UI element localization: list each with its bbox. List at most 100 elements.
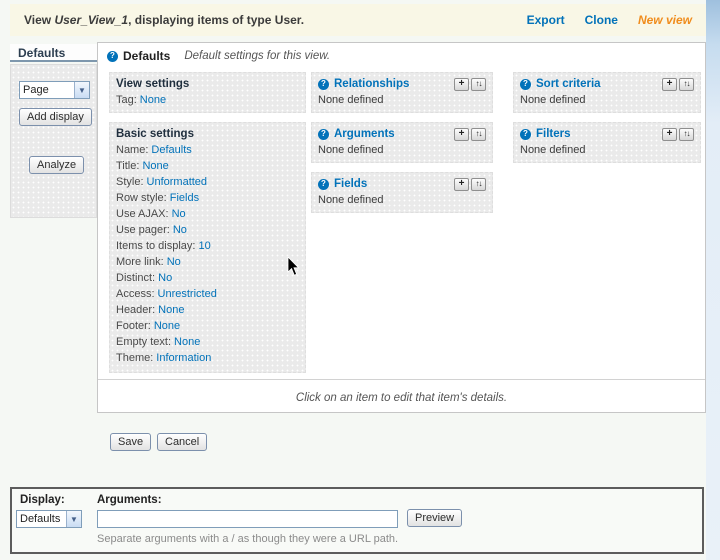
- setting-label: More link:: [116, 256, 164, 268]
- bucket-header: ? Sort criteria + ↑↓: [520, 76, 694, 92]
- display-label: Display:: [20, 494, 65, 506]
- setting-label: Use AJAX:: [116, 208, 169, 220]
- setting-label: Row style:: [116, 192, 167, 204]
- panel-subtitle: Default settings for this view.: [184, 50, 331, 62]
- help-icon[interactable]: ?: [520, 78, 531, 90]
- bucket-empty-text: None defined: [318, 94, 384, 106]
- preview-button[interactable]: Preview: [407, 509, 463, 527]
- new-view-link[interactable]: New view: [638, 13, 692, 27]
- bucket-header: ? Relationships + ↑↓: [318, 76, 486, 92]
- setting-value-link[interactable]: No: [172, 208, 186, 220]
- setting-label: Theme:: [116, 352, 154, 364]
- add-icon[interactable]: +: [662, 77, 677, 91]
- setting-label: Style:: [116, 176, 144, 188]
- header-prefix: View: [24, 13, 55, 27]
- setting-value-link[interactable]: None: [142, 160, 168, 172]
- panel-title: Defaults: [123, 49, 171, 63]
- setting-row: Items to display: 10: [116, 238, 299, 254]
- rearrange-icon[interactable]: ↑↓: [471, 77, 486, 91]
- window-edge-strip: [706, 0, 720, 560]
- rearrange-icon[interactable]: ↑↓: [679, 127, 694, 141]
- preview-display-value: Defaults: [20, 513, 61, 525]
- setting-value-link[interactable]: No: [167, 256, 181, 268]
- help-icon[interactable]: ?: [318, 178, 329, 190]
- setting-value-link[interactable]: Information: [156, 352, 211, 364]
- panel-divider: [98, 379, 705, 380]
- help-icon[interactable]: ?: [520, 128, 531, 140]
- views-ui-screen: View User_View_1, displaying items of ty…: [0, 0, 720, 560]
- add-icon[interactable]: +: [454, 127, 469, 141]
- bucket-empty-text: None defined: [520, 94, 586, 106]
- setting-value-link[interactable]: Fields: [170, 192, 199, 204]
- setting-row: Empty text: None: [116, 334, 299, 350]
- rearrange-icon[interactable]: ↑↓: [679, 77, 694, 91]
- panel-header: ? Defaults Default settings for this vie…: [107, 49, 330, 63]
- rearrange-icon[interactable]: ↑↓: [471, 127, 486, 141]
- bucket-header: ? Filters + ↑↓: [520, 126, 694, 142]
- header-links: Export Clone New view: [527, 13, 692, 27]
- bucket-header: ? Fields + ↑↓: [318, 176, 486, 192]
- add-icon[interactable]: +: [662, 127, 677, 141]
- setting-label: Empty text:: [116, 336, 172, 348]
- clone-link[interactable]: Clone: [585, 13, 618, 27]
- preview-display-select[interactable]: Defaults ▼: [16, 510, 82, 528]
- display-controls: Page ▼ Add display Analyze: [10, 64, 97, 218]
- cancel-button[interactable]: Cancel: [157, 433, 208, 451]
- help-icon[interactable]: ?: [318, 78, 329, 90]
- display-type-value: Page: [23, 84, 49, 96]
- setting-value-link[interactable]: 10: [198, 240, 210, 252]
- setting-value-link[interactable]: Defaults: [151, 144, 191, 156]
- setting-value-link[interactable]: None: [154, 320, 180, 332]
- setting-label: Use pager:: [116, 224, 170, 236]
- setting-row: Use pager: No: [116, 222, 299, 238]
- save-button[interactable]: Save: [110, 433, 152, 451]
- help-icon[interactable]: ?: [318, 128, 329, 140]
- arguments-title-link[interactable]: Arguments: [334, 128, 395, 140]
- fields-title-link[interactable]: Fields: [334, 178, 367, 190]
- relationships-box: ? Relationships + ↑↓ None defined: [311, 72, 493, 113]
- setting-value-link[interactable]: None: [140, 94, 166, 106]
- arguments-label: Arguments:: [97, 494, 162, 506]
- fields-box: ? Fields + ↑↓ None defined: [311, 172, 493, 213]
- setting-row: Header: None: [116, 302, 299, 318]
- setting-row: Title: None: [116, 158, 299, 174]
- help-icon[interactable]: ?: [107, 50, 118, 62]
- rearrange-icon[interactable]: ↑↓: [471, 177, 486, 191]
- add-display-button[interactable]: Add display: [19, 108, 92, 126]
- view-settings-title: View settings: [116, 78, 190, 90]
- setting-value-link[interactable]: Unrestricted: [158, 288, 217, 300]
- display-type-select[interactable]: Page ▼: [19, 81, 90, 99]
- filters-box: ? Filters + ↑↓ None defined: [513, 122, 701, 163]
- arguments-input[interactable]: [97, 510, 398, 528]
- basic-settings-title: Basic settings: [116, 128, 194, 140]
- setting-row: More link: No: [116, 254, 299, 270]
- arguments-help-text: Separate arguments with a / as though th…: [97, 533, 399, 545]
- bucket-actions: + ↑↓: [454, 127, 486, 141]
- add-icon[interactable]: +: [454, 177, 469, 191]
- setting-value-link[interactable]: None: [174, 336, 200, 348]
- bucket-empty-text: None defined: [520, 144, 586, 156]
- setting-row: Footer: None: [116, 318, 299, 334]
- filters-title-link[interactable]: Filters: [536, 128, 571, 140]
- setting-value-link[interactable]: No: [158, 272, 172, 284]
- relationships-title-link[interactable]: Relationships: [334, 78, 409, 90]
- export-link[interactable]: Export: [527, 13, 565, 27]
- sort-criteria-title-link[interactable]: Sort criteria: [536, 78, 601, 90]
- bucket-actions: + ↑↓: [662, 127, 694, 141]
- add-icon[interactable]: +: [454, 77, 469, 91]
- setting-value-link[interactable]: No: [173, 224, 187, 236]
- setting-label: Footer:: [116, 320, 151, 332]
- header-message-bar: View User_View_1, displaying items of ty…: [10, 4, 706, 36]
- setting-label: Distinct:: [116, 272, 156, 284]
- tab-defaults[interactable]: Defaults: [10, 44, 97, 62]
- analyze-button[interactable]: Analyze: [29, 156, 85, 174]
- setting-value-link[interactable]: None: [158, 304, 184, 316]
- bucket-header: ? Arguments + ↑↓: [318, 126, 486, 142]
- setting-row: Distinct: No: [116, 270, 299, 286]
- setting-label: Header:: [116, 304, 156, 316]
- display-settings-panel: ? Defaults Default settings for this vie…: [97, 42, 706, 413]
- live-preview-panel: Display: Defaults ▼ Arguments: Preview S…: [10, 487, 704, 554]
- setting-value-link[interactable]: Unformatted: [147, 176, 208, 188]
- sort-criteria-box: ? Sort criteria + ↑↓ None defined: [513, 72, 701, 113]
- setting-label: Items to display:: [116, 240, 196, 252]
